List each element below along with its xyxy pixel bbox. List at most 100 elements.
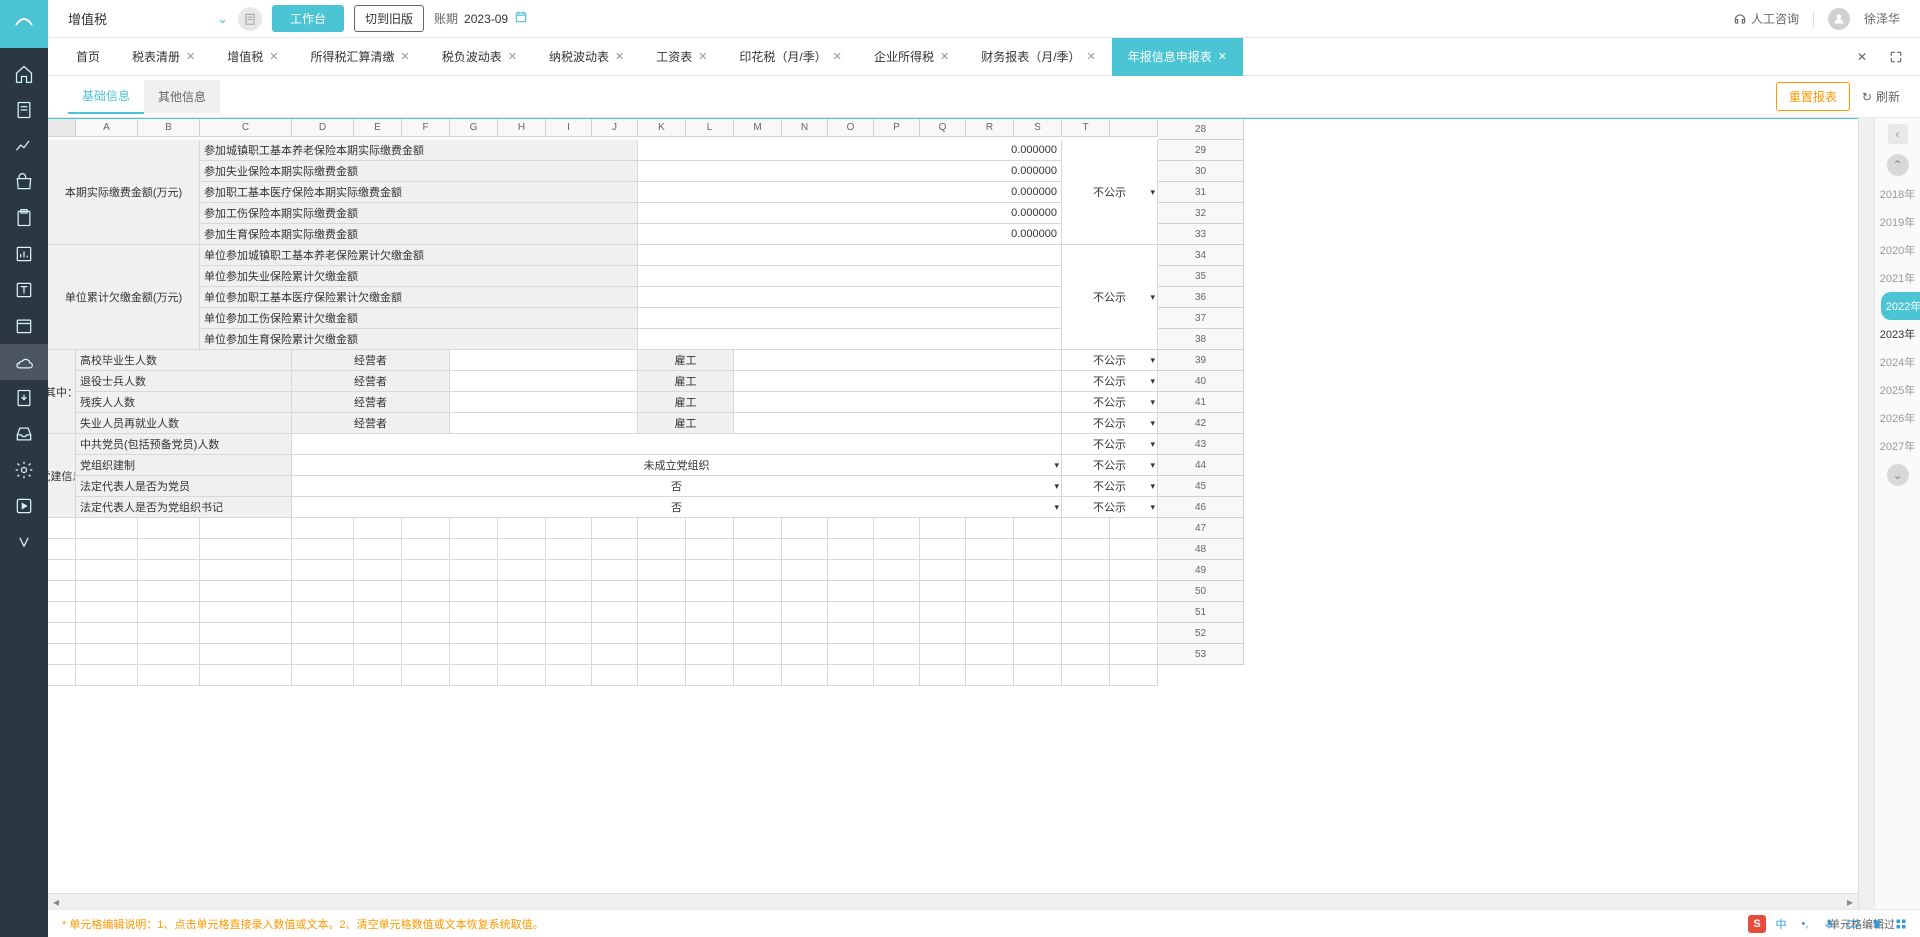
row-number[interactable]: 31 [1158, 182, 1244, 203]
empty-cell[interactable] [966, 581, 1014, 602]
subtab-basic[interactable]: 基础信息 [68, 79, 144, 114]
value-cell[interactable]: 0.000000 [638, 161, 1062, 182]
year-2022年[interactable]: 2022年 [1881, 292, 1920, 320]
empty-cell[interactable] [686, 623, 734, 644]
empty-cell[interactable] [828, 623, 874, 644]
empty-cell[interactable] [686, 665, 734, 686]
nav-cloud-icon[interactable] [0, 344, 48, 380]
empty-cell[interactable] [354, 644, 402, 665]
refresh-button[interactable]: ↻ 刷新 [1862, 88, 1900, 105]
col-header[interactable]: C [200, 119, 292, 137]
scroll-left-icon[interactable]: ◂ [48, 894, 64, 910]
row-number[interactable]: 42 [1158, 413, 1244, 434]
empty-cell[interactable] [782, 581, 828, 602]
empty-cell[interactable] [546, 581, 592, 602]
empty-cell[interactable] [1062, 602, 1110, 623]
empty-cell[interactable] [828, 644, 874, 665]
empty-cell[interactable] [686, 581, 734, 602]
empty-cell[interactable] [1062, 623, 1110, 644]
empty-cell[interactable] [498, 644, 546, 665]
empty-cell[interactable] [874, 602, 920, 623]
ime-mic-icon[interactable] [1820, 915, 1838, 933]
empty-cell[interactable] [292, 665, 354, 686]
empty-cell[interactable] [498, 623, 546, 644]
nav-clipboard-icon[interactable] [0, 200, 48, 236]
value-cell[interactable] [734, 371, 1062, 392]
empty-cell[interactable] [402, 665, 450, 686]
col-header[interactable]: T [1062, 119, 1110, 137]
subtab-other[interactable]: 其他信息 [144, 80, 220, 113]
empty-cell[interactable] [546, 539, 592, 560]
empty-cell[interactable] [592, 665, 638, 686]
empty-cell[interactable] [1110, 539, 1158, 560]
year-2023年[interactable]: 2023年 [1875, 320, 1920, 348]
empty-cell[interactable] [48, 539, 76, 560]
empty-cell[interactable] [592, 539, 638, 560]
value-cell[interactable] [292, 434, 1062, 455]
col-header[interactable]: P [874, 119, 920, 137]
col-header[interactable]: L [686, 119, 734, 137]
empty-cell[interactable] [734, 560, 782, 581]
empty-cell[interactable] [498, 539, 546, 560]
value-cell[interactable] [450, 392, 638, 413]
col-header[interactable]: Q [920, 119, 966, 137]
empty-cell[interactable] [138, 644, 200, 665]
row-number[interactable]: 43 [1158, 434, 1244, 455]
empty-cell[interactable] [782, 560, 828, 581]
empty-cell[interactable] [402, 602, 450, 623]
empty-cell[interactable] [592, 602, 638, 623]
value-cell[interactable] [638, 287, 1062, 308]
year-2024年[interactable]: 2024年 [1875, 348, 1920, 376]
empty-cell[interactable] [874, 665, 920, 686]
year-scroll-down[interactable]: ⌄ [1887, 464, 1909, 486]
ime-skin-icon[interactable] [1868, 915, 1886, 933]
ime-punct-icon[interactable]: •, [1796, 915, 1814, 933]
year-2019年[interactable]: 2019年 [1875, 208, 1920, 236]
row-number[interactable]: 45 [1158, 476, 1244, 497]
empty-cell[interactable] [76, 644, 138, 665]
empty-cell[interactable] [498, 602, 546, 623]
tab-税表清册[interactable]: 税表清册✕ [116, 38, 211, 76]
nav-home-icon[interactable] [0, 56, 48, 92]
tab-税负波动表[interactable]: 税负波动表✕ [426, 38, 533, 76]
empty-cell[interactable] [782, 602, 828, 623]
empty-cell[interactable] [402, 560, 450, 581]
empty-cell[interactable] [48, 560, 76, 581]
empty-cell[interactable] [592, 581, 638, 602]
close-icon[interactable]: ✕ [269, 50, 278, 63]
close-tab-button[interactable]: ✕ [1850, 45, 1874, 69]
col-header[interactable]: K [638, 119, 686, 137]
empty-cell[interactable] [874, 623, 920, 644]
value-cell[interactable]: 0.000000 [638, 182, 1062, 203]
empty-cell[interactable] [292, 560, 354, 581]
value-cell[interactable]: 未成立党组织▾ [292, 455, 1062, 476]
empty-cell[interactable] [546, 518, 592, 539]
year-2025年[interactable]: 2025年 [1875, 376, 1920, 404]
empty-cell[interactable] [546, 623, 592, 644]
collapse-year-icon[interactable]: ‹ [1888, 124, 1908, 144]
tab-年报信息申报表[interactable]: 年报信息申报表✕ [1112, 38, 1243, 76]
nav-play-icon[interactable] [0, 488, 48, 524]
empty-cell[interactable] [292, 539, 354, 560]
empty-cell[interactable] [450, 644, 498, 665]
col-header[interactable]: A [76, 119, 138, 137]
row-number[interactable]: 38 [1158, 329, 1244, 350]
empty-cell[interactable] [292, 623, 354, 644]
empty-cell[interactable] [638, 602, 686, 623]
year-2021年[interactable]: 2021年 [1875, 264, 1920, 292]
close-icon[interactable]: ✕ [401, 50, 410, 63]
empty-cell[interactable] [828, 518, 874, 539]
close-icon[interactable]: ✕ [940, 50, 949, 63]
value-cell[interactable]: 0.000000 [638, 224, 1062, 245]
empty-cell[interactable] [48, 581, 76, 602]
empty-cell[interactable] [138, 518, 200, 539]
empty-cell[interactable] [1014, 560, 1062, 581]
empty-cell[interactable] [1014, 623, 1062, 644]
value-cell[interactable]: 否▾ [292, 497, 1062, 518]
value-cell[interactable] [734, 413, 1062, 434]
workbench-button[interactable]: 工作台 [272, 5, 344, 32]
display-cell[interactable]: 不公示▾ [1062, 497, 1158, 518]
empty-cell[interactable] [354, 581, 402, 602]
empty-cell[interactable] [498, 518, 546, 539]
empty-cell[interactable] [354, 602, 402, 623]
